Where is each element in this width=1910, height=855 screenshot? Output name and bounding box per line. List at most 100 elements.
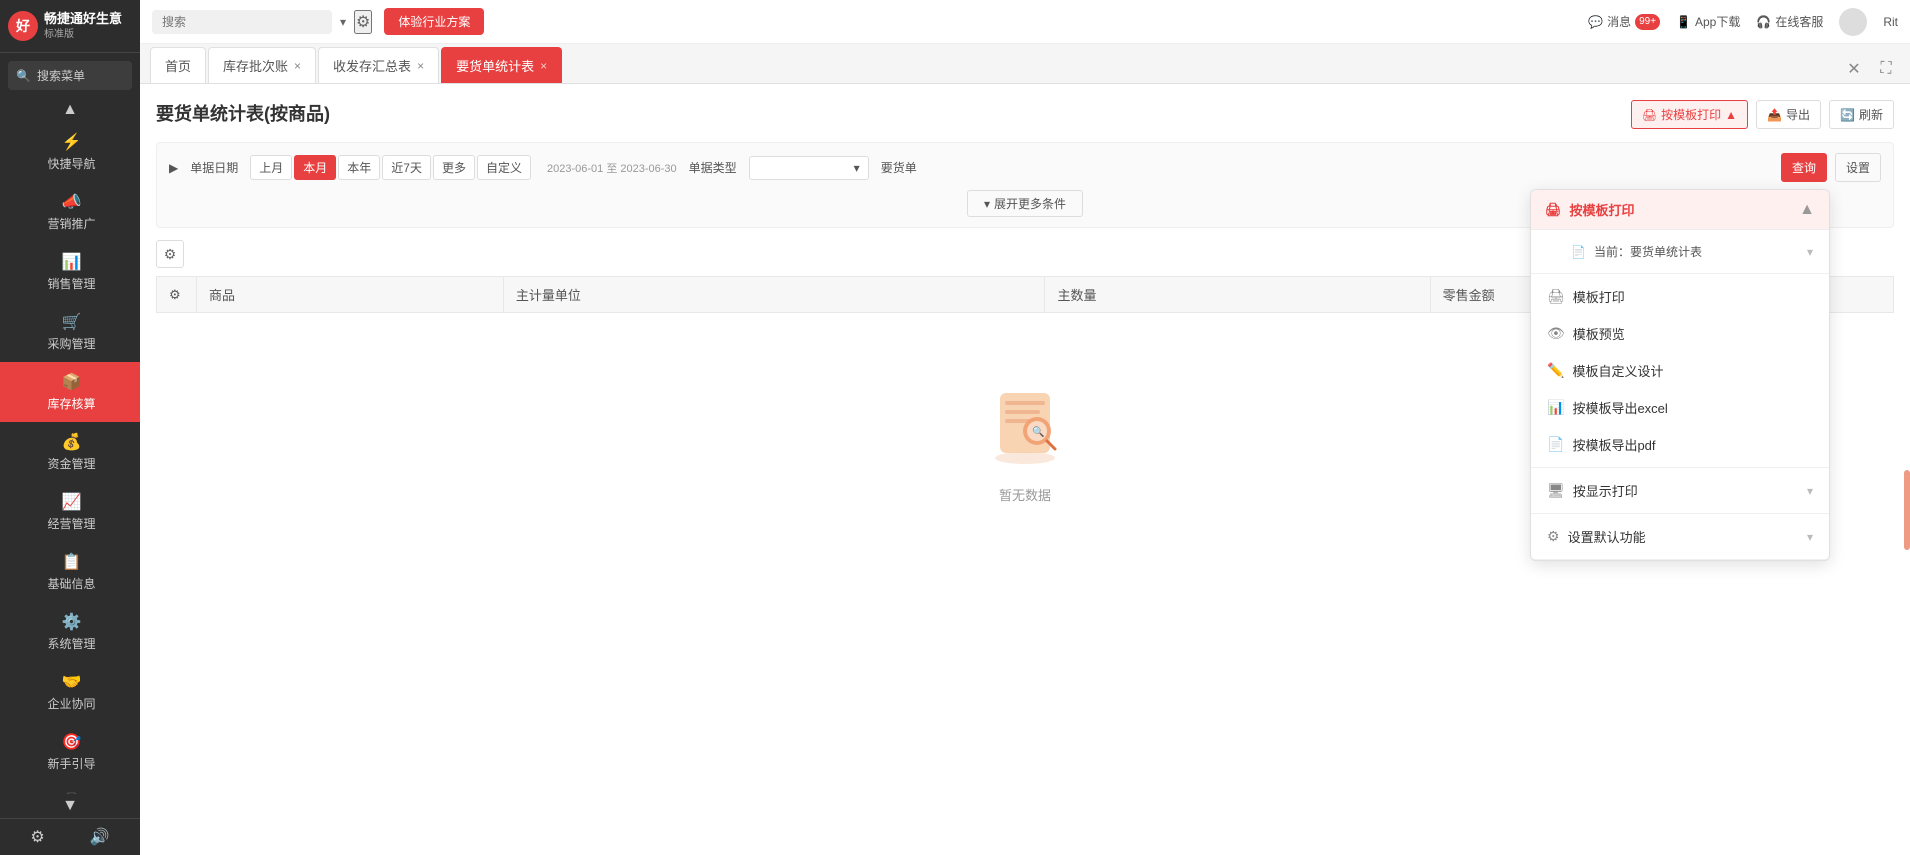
date-range-display: 2023-06-01 至 2023-06-30 <box>547 160 677 176</box>
app-edition: 标准版 <box>44 28 122 42</box>
sidebar-item-operation[interactable]: 📈 经营管理 <box>0 482 140 542</box>
query-button[interactable]: 查询 <box>1781 153 1827 182</box>
topbar-search-input[interactable] <box>152 10 332 34</box>
dropdown-item-default-func[interactable]: ⚙ 设置默认功能 ▾ <box>1531 518 1829 555</box>
sidebar-bottom: ⚙ 🔊 <box>0 818 140 855</box>
sidebar-item-label: 快捷导航 <box>47 155 95 172</box>
guide-icon: 🎯 <box>62 732 82 752</box>
type-select-arrow: ▾ <box>854 161 860 175</box>
tab-close-window[interactable]: ✕ <box>1840 55 1868 83</box>
sidebar-item-purchase[interactable]: 🛒 采购管理 <box>0 302 140 362</box>
settings-button[interactable]: 设置 <box>1835 153 1881 182</box>
template-print-button[interactable]: 🖨 按模板打印 ▲ <box>1631 100 1748 129</box>
sidebar-settings-button[interactable]: ⚙ <box>30 827 44 847</box>
main-area: ▾ ⚙ 体验行业方案 💬 消息 99+ 📱 App下载 🎧 在线客服 Rit 首… <box>140 0 1910 855</box>
app-download-group[interactable]: 📱 App下载 <box>1676 13 1740 30</box>
dropdown-item-export-excel[interactable]: 📊 按模板导出excel <box>1531 389 1829 426</box>
current-template-label: 当前：要货单统计表 <box>1594 243 1702 260</box>
expand-icon: ▾ <box>984 197 990 211</box>
tab-collection-summary[interactable]: 收发存汇总表 × <box>318 47 439 83</box>
col-header-quantity: 主数量 <box>1045 277 1430 313</box>
search-menu-label: 搜索菜单 <box>37 67 85 84</box>
dropdown-item-template-print[interactable]: 🖨 模板打印 <box>1531 278 1829 315</box>
template-print-label: 按模板打印 <box>1661 106 1721 123</box>
dropdown-current-template[interactable]: 📄 当前：要货单统计表 ▾ <box>1531 234 1829 269</box>
dropdown-close-button[interactable]: ▲ <box>1799 201 1815 219</box>
type-select[interactable]: ▾ <box>749 156 869 180</box>
date-tab-last-7[interactable]: 近7天 <box>382 155 431 180</box>
table-settings-button[interactable]: ⚙ <box>156 240 184 268</box>
dropdown-title-group: 🖨 按模板打印 <box>1545 200 1635 219</box>
display-print-arrow: ▾ <box>1807 484 1813 498</box>
filter-actions: 查询 设置 <box>1781 153 1881 182</box>
topbar-settings-icon[interactable]: ⚙ <box>354 10 372 34</box>
col-header-unit: 主计量单位 <box>503 277 1045 313</box>
scrollbar-thumb[interactable] <box>1904 470 1910 550</box>
sidebar-item-marketing[interactable]: 📣 营销推广 <box>0 182 140 242</box>
sidebar-item-guide[interactable]: 🎯 新手引导 <box>0 722 140 782</box>
sidebar-scroll-down[interactable]: ▼ <box>0 794 140 818</box>
sidebar-item-label: 采购管理 <box>47 335 95 352</box>
sidebar-scroll-up[interactable]: ▲ <box>0 98 140 122</box>
dropdown-item-display-print[interactable]: 🖥 按显示打印 ▾ <box>1531 472 1829 509</box>
sidebar-item-quick-nav[interactable]: ⚡ 快捷导航 <box>0 122 140 182</box>
sidebar-sound-button[interactable]: 🔊 <box>90 827 110 847</box>
sidebar-item-label: 系统管理 <box>47 635 95 652</box>
tab-batch-account-label: 库存批次账 <box>223 56 288 75</box>
sidebar-item-appstore[interactable]: 📱 应用中心 <box>0 782 140 794</box>
tab-batch-account-close[interactable]: × <box>294 59 301 73</box>
date-tab-current-year[interactable]: 本年 <box>338 155 380 180</box>
export-button[interactable]: 📤 导出 <box>1756 100 1821 129</box>
date-tabs: 上月 本月 本年 近7天 更多 自定义 <box>250 155 531 180</box>
online-service-group[interactable]: 🎧 在线客服 <box>1756 13 1823 30</box>
template-preview-label: 模板预览 <box>1573 324 1625 343</box>
col-header-product: 商品 <box>197 277 504 313</box>
sidebar-item-label: 销售管理 <box>47 275 95 292</box>
search-menu-button[interactable]: 🔍 搜索菜单 <box>8 61 132 90</box>
user-avatar[interactable] <box>1839 8 1867 36</box>
sidebar-item-system[interactable]: ⚙️ 系统管理 <box>0 602 140 662</box>
topbar-search-arrow[interactable]: ▾ <box>340 15 346 29</box>
sidebar-nav: ⚡ 快捷导航 📣 营销推广 📊 销售管理 🛒 采购管理 📦 库存核算 💰 资金管… <box>0 122 140 794</box>
inventory-icon: 📦 <box>62 372 82 392</box>
tab-expand-window[interactable]: ⛶ <box>1872 55 1900 83</box>
marketing-icon: 📣 <box>62 192 82 212</box>
chevron-right-icon: ▶ <box>169 161 178 175</box>
refresh-label: 刷新 <box>1859 106 1883 123</box>
date-tab-more[interactable]: 更多 <box>433 155 475 180</box>
sidebar-item-finance[interactable]: 💰 资金管理 <box>0 422 140 482</box>
dropdown-item-template-custom[interactable]: ✏️ 模板自定义设计 <box>1531 352 1829 389</box>
template-custom-label: 模板自定义设计 <box>1572 361 1663 380</box>
date-tab-last-month[interactable]: 上月 <box>250 155 292 180</box>
dropdown-item-export-pdf[interactable]: 📄 按模板导出pdf <box>1531 426 1829 463</box>
date-tab-custom[interactable]: 自定义 <box>477 155 531 180</box>
tab-home[interactable]: 首页 <box>150 47 206 83</box>
date-tab-current-month[interactable]: 本月 <box>294 155 336 180</box>
sidebar-item-sales[interactable]: 📊 销售管理 <box>0 242 140 302</box>
sidebar-item-collab[interactable]: 🤝 企业协同 <box>0 662 140 722</box>
expand-more-button[interactable]: ▾ 展开更多条件 <box>967 190 1083 217</box>
filter-collapse-button[interactable]: ▶ <box>169 161 178 175</box>
tab-order-summary[interactable]: 要货单统计表 × <box>441 47 562 83</box>
messages-group[interactable]: 💬 消息 99+ <box>1588 13 1660 30</box>
dropdown-item-template-preview[interactable]: 👁 模板预览 <box>1531 315 1829 352</box>
dropdown-item-left: 👁 模板预览 <box>1547 324 1625 343</box>
export-label: 导出 <box>1786 106 1810 123</box>
tab-order-summary-close[interactable]: × <box>540 59 547 73</box>
sidebar-item-inventory[interactable]: 📦 库存核算 <box>0 362 140 422</box>
empty-state-icon: 🔍 <box>975 373 1075 473</box>
sidebar-item-label: 基础信息 <box>47 575 95 592</box>
export-excel-label: 按模板导出excel <box>1572 398 1667 417</box>
export-excel-icon: 📊 <box>1547 399 1564 416</box>
sidebar-item-label: 新手引导 <box>47 755 95 772</box>
export-icon: 📤 <box>1767 108 1782 122</box>
tab-collection-summary-close[interactable]: × <box>417 59 424 73</box>
sidebar-item-basic[interactable]: 📋 基础信息 <box>0 542 140 602</box>
col-header-settings[interactable]: ⚙ <box>157 277 197 313</box>
content-area: 要货单统计表(按商品) 🖨 按模板打印 ▲ 📤 导出 🔄 刷新 ▶ <box>140 84 1910 855</box>
quick-nav-icon: ⚡ <box>62 132 82 152</box>
app-download-label: App下载 <box>1695 13 1740 30</box>
refresh-button[interactable]: 🔄 刷新 <box>1829 100 1894 129</box>
trial-button[interactable]: 体验行业方案 <box>384 8 484 35</box>
tab-batch-account[interactable]: 库存批次账 × <box>208 47 316 83</box>
